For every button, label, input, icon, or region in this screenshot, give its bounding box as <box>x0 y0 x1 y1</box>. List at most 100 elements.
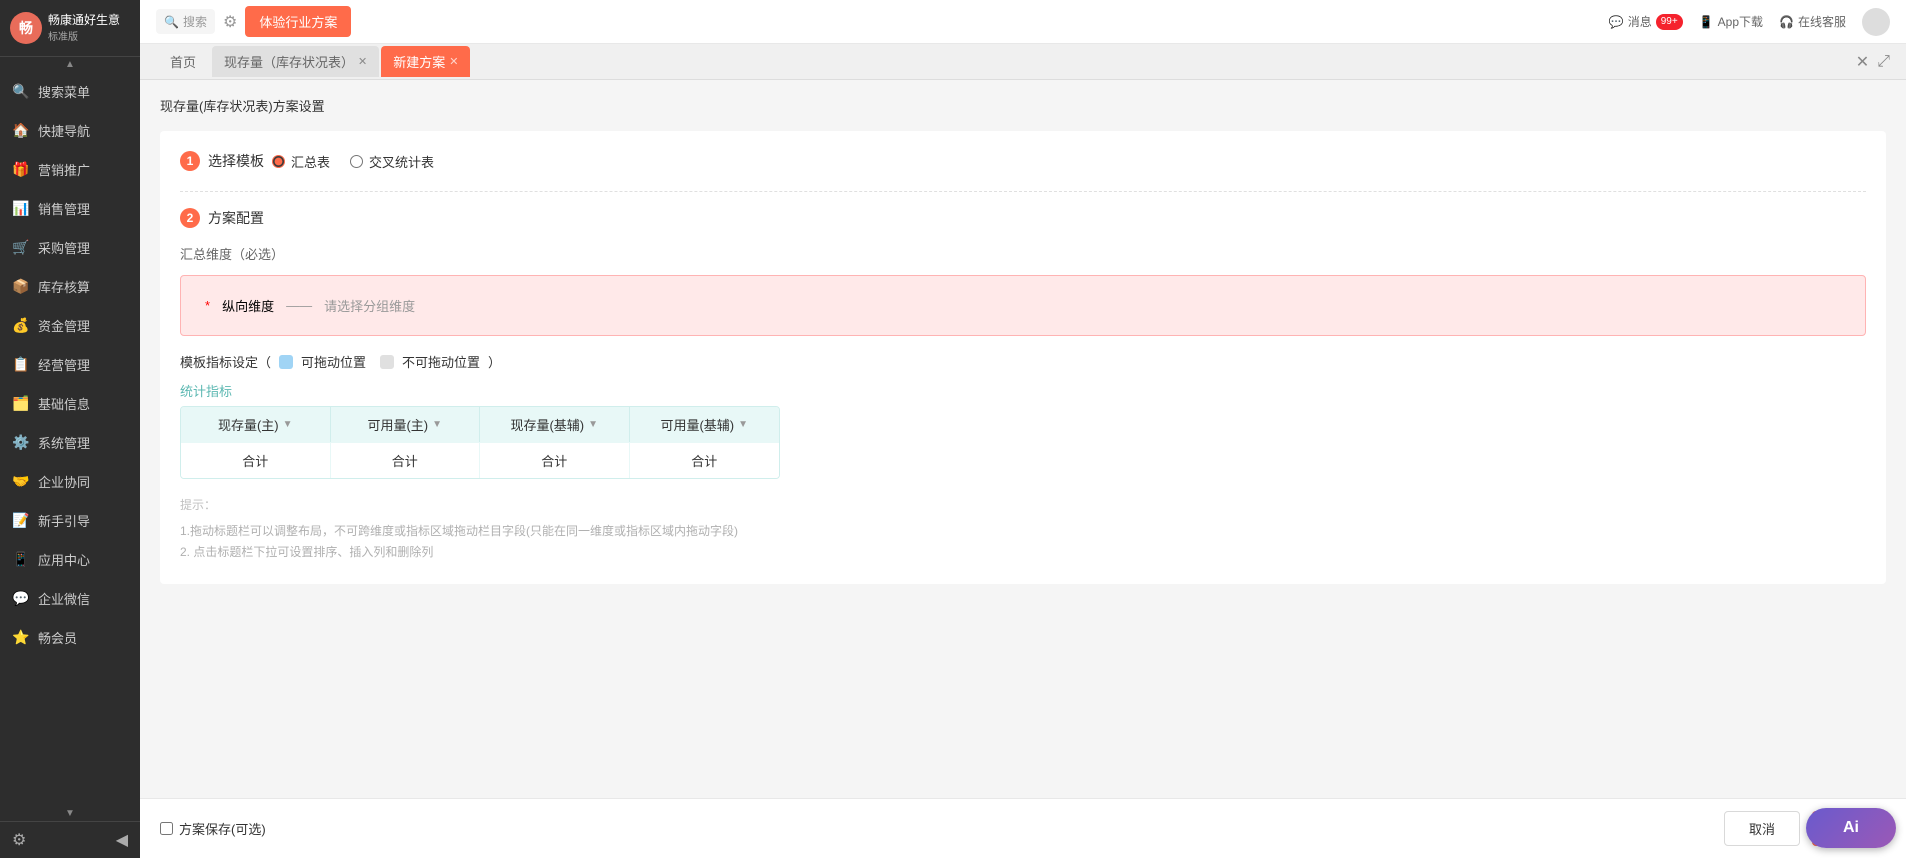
fixed-label: 不可拖动位置 <box>402 352 480 371</box>
page-title: 现存量(库存状况表)方案设置 <box>160 96 1886 115</box>
main-area: 🔍 搜索 ⚙ 体验行业方案 💬 消息 99+ 📱 App下载 🎧 在线客服 <box>140 0 1906 858</box>
dimension-row: * 纵向维度 —— 请选择分组维度 <box>205 296 1841 315</box>
tip-item-0: 1.拖动标题栏可以调整布局，不可跨维度或指标区域拖动栏目字段(只能在同一维度或指… <box>180 521 1866 543</box>
save-checkbox[interactable] <box>160 822 173 835</box>
radio-summary-input[interactable] <box>272 155 285 168</box>
money-icon: 💰 <box>12 317 30 334</box>
message-item[interactable]: 💬 消息 99+ <box>1609 13 1683 30</box>
step2-num: 2 <box>180 208 200 228</box>
sidebar-item-purchase[interactable]: 🛒 采购管理 <box>0 228 140 267</box>
dimension-placeholder[interactable]: 请选择分组维度 <box>324 296 415 315</box>
topbar-search-box[interactable]: 🔍 搜索 <box>156 9 215 34</box>
save-option[interactable]: 方案保存(可选) <box>160 819 266 838</box>
sidebar-item-contract[interactable]: 🤝 企业协同 <box>0 462 140 501</box>
app-download-item[interactable]: 📱 App下载 <box>1699 13 1763 30</box>
logo-badge: 标准版 <box>48 28 120 43</box>
scroll-down[interactable]: ▼ <box>0 806 140 821</box>
sidebar-label-operations: 经营管理 <box>38 355 90 374</box>
sidebar-item-wechat[interactable]: 💬 企业微信 <box>0 579 140 618</box>
ai-bubble[interactable]: Ai <box>1806 808 1896 848</box>
dimension-dash: —— <box>286 298 312 313</box>
sidebar-item-sales[interactable]: 📊 销售管理 <box>0 189 140 228</box>
mobile-icon: 📱 <box>12 551 30 568</box>
sidebar-item-system[interactable]: ⚙️ 系统管理 <box>0 423 140 462</box>
radio-cross[interactable]: 交叉统计表 <box>350 152 434 171</box>
avatar[interactable] <box>1862 8 1890 36</box>
app-download-label: App下载 <box>1718 13 1763 30</box>
col-label-3: 可用量(基辅) <box>660 415 734 434</box>
stats-table: 现存量(主) ▼ 可用量(主) ▼ 现存量(基辅) ▼ 可用量(基辅) <box>180 406 780 479</box>
sidebar-item-inventory[interactable]: 📦 库存核算 <box>0 267 140 306</box>
divider-1 <box>180 191 1866 192</box>
step1-title: 选择模板 <box>208 151 264 171</box>
sidebar-label-guide: 新手引导 <box>38 511 90 530</box>
topbar-gear-icon[interactable]: ⚙ <box>223 12 237 32</box>
sidebar-item-guide[interactable]: 📝 新手引导 <box>0 501 140 540</box>
radio-cross-input[interactable] <box>350 155 363 168</box>
radio-summary[interactable]: 汇总表 <box>272 152 330 171</box>
chat-icon: 💬 <box>12 590 30 607</box>
clipboard-icon: 📋 <box>12 356 30 373</box>
star-icon: ⭐ <box>12 629 30 646</box>
sidebar-label-purchase: 采购管理 <box>38 238 90 257</box>
col-down-1: ▼ <box>432 419 442 430</box>
sidebar-item-marketing[interactable]: 🎁 营销推广 <box>0 150 140 189</box>
col-label-2: 现存量(基辅) <box>510 415 584 434</box>
search-placeholder: 搜索 <box>183 13 207 30</box>
col-header-3[interactable]: 可用量(基辅) ▼ <box>630 407 780 442</box>
logo-icon: 畅 <box>10 12 42 44</box>
content-area: 现存量(库存状况表)方案设置 1 选择模板 汇总表 交叉统计表 <box>140 80 1906 798</box>
tab-inventory-status[interactable]: 现存量（库存状况表） ✕ <box>212 46 379 77</box>
topbar-right: 💬 消息 99+ 📱 App下载 🎧 在线客服 <box>1609 8 1890 36</box>
sidebar-footer: ⚙ ◀ <box>0 821 140 858</box>
tab-expand-icon[interactable]: ⤢ <box>1877 53 1890 71</box>
aggregate-label: 汇总维度（必选） <box>180 244 1866 263</box>
sidebar-item-finance[interactable]: 💰 资金管理 <box>0 306 140 345</box>
online-service-item[interactable]: 🎧 在线客服 <box>1779 13 1846 30</box>
sidebar-label-quicknav: 快捷导航 <box>38 121 90 140</box>
dimension-label: 纵向维度 <box>222 296 274 315</box>
step1-num: 1 <box>180 151 200 171</box>
sidebar-item-member[interactable]: ⭐ 畅会员 <box>0 618 140 657</box>
app-icon: 📱 <box>1699 15 1714 29</box>
tab-new-scheme-label: 新建方案 <box>393 52 445 71</box>
config-card: 1 选择模板 汇总表 交叉统计表 <box>160 131 1886 584</box>
tab-inventory-close[interactable]: ✕ <box>358 55 367 68</box>
handshake-icon: 🤝 <box>12 473 30 490</box>
col-header-0[interactable]: 现存量(主) ▼ <box>181 407 331 442</box>
message-label: 消息 <box>1628 13 1652 30</box>
step2-section: 2 方案配置 汇总维度（必选） * 纵向维度 —— 请选择分组维度 模板指标设定… <box>180 208 1866 564</box>
settings-icon[interactable]: ⚙ <box>12 830 26 850</box>
sidebar-label-wechat: 企业微信 <box>38 589 90 608</box>
col-header-2[interactable]: 现存量(基辅) ▼ <box>480 407 630 442</box>
sidebar-item-operations[interactable]: 📋 经营管理 <box>0 345 140 384</box>
service-icon: 🎧 <box>1779 15 1794 29</box>
template-indicators-label: 模板指标设定（ 可拖动位置 不可拖动位置 ） <box>180 352 1866 371</box>
tab-new-scheme-close[interactable]: ✕ <box>449 55 458 68</box>
fixed-badge <box>380 355 394 369</box>
col-header-1[interactable]: 可用量(主) ▼ <box>331 407 481 442</box>
tab-close-icon[interactable]: ✕ <box>1856 52 1869 72</box>
sidebar-item-search[interactable]: 🔍 搜索菜单 <box>0 72 140 111</box>
sidebar-label-finance: 资金管理 <box>38 316 90 335</box>
tab-home[interactable]: 首页 <box>156 46 210 77</box>
box-icon: 📦 <box>12 278 30 295</box>
sidebar-nav: 🔍 搜索菜单 🏠 快捷导航 🎁 营销推广 📊 销售管理 🛒 采购管理 📦 库存核… <box>0 72 140 806</box>
tip-area: 提示： 1.拖动标题栏可以调整布局，不可跨维度或指标区域拖动栏目字段(只能在同一… <box>180 495 1866 564</box>
sidebar-item-appstore[interactable]: 📱 应用中心 <box>0 540 140 579</box>
sidebar-item-basic[interactable]: 🗂️ 基础信息 <box>0 384 140 423</box>
industry-btn[interactable]: 体验行业方案 <box>245 6 351 37</box>
sidebar-label-sales: 销售管理 <box>38 199 90 218</box>
sidebar-item-quicknav[interactable]: 🏠 快捷导航 <box>0 111 140 150</box>
tab-new-scheme[interactable]: 新建方案 ✕ <box>381 46 470 77</box>
cart-icon: 🛒 <box>12 239 30 256</box>
tabbar-actions: ✕ ⤢ <box>1856 52 1890 72</box>
sidebar-label-appstore: 应用中心 <box>38 550 90 569</box>
tabbar: 首页 现存量（库存状况表） ✕ 新建方案 ✕ ✕ ⤢ <box>140 44 1906 80</box>
step1-label: 1 选择模板 汇总表 交叉统计表 <box>180 151 1866 171</box>
cancel-button[interactable]: 取消 <box>1724 811 1800 846</box>
template-indicators-text-1: 模板指标设定（ <box>180 352 271 371</box>
scroll-up[interactable]: ▲ <box>0 57 140 72</box>
collapse-icon[interactable]: ◀ <box>116 830 128 850</box>
required-mark: * <box>205 298 210 313</box>
